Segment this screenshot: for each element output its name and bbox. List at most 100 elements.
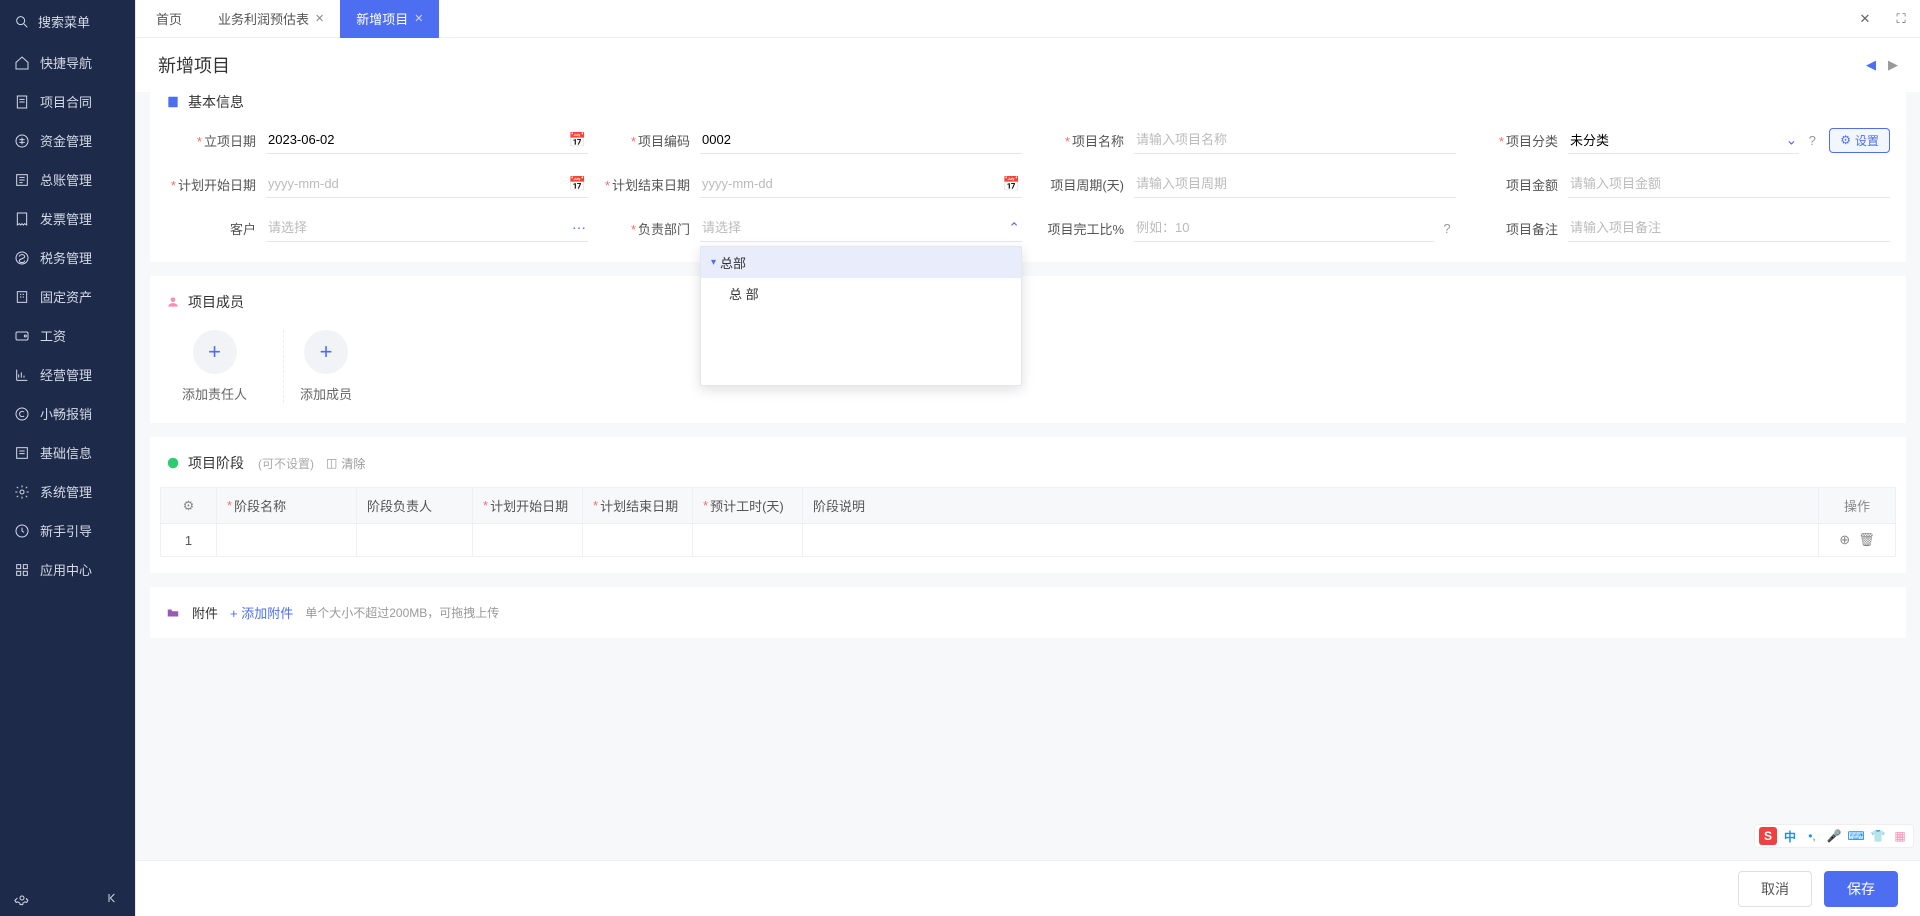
sidebar-item-label: 固定资产 (40, 287, 92, 306)
field-amount: 项目金额 (1462, 170, 1896, 198)
sidebar-item-fund[interactable]: 资金管理 (0, 121, 135, 160)
end-input[interactable] (700, 170, 1022, 198)
next-icon[interactable]: ▶ (1888, 57, 1898, 73)
add-row-icon[interactable]: ⊕ (1839, 532, 1850, 548)
chevron-up-icon[interactable]: ⌃ (1008, 220, 1020, 237)
book-icon (14, 172, 30, 188)
collapse-icon[interactable] (105, 890, 121, 906)
help-icon[interactable]: ? (1438, 221, 1456, 236)
footer: 取消 保存 (136, 860, 1920, 916)
category-select[interactable] (1568, 126, 1799, 154)
dropdown-item-child[interactable]: 总 部 (701, 278, 1021, 309)
more-icon[interactable]: ⋯ (572, 220, 586, 237)
prev-icon[interactable]: ◀ (1866, 57, 1876, 73)
progress-input[interactable] (1134, 214, 1434, 242)
row-desc[interactable] (803, 523, 1819, 556)
field-label: *立项日期 (166, 131, 266, 150)
field-period: 项目周期(天) (1028, 170, 1462, 198)
sidebar-item-operate[interactable]: 经营管理 (0, 355, 135, 394)
date-input[interactable] (266, 126, 588, 154)
field-progress: 项目完工比% ? (1028, 214, 1462, 242)
amount-input[interactable] (1568, 170, 1890, 198)
fullscreen-icon[interactable]: ⛶ (1888, 6, 1914, 32)
field-label: *计划结束日期 (600, 175, 700, 194)
sidebar-item-expense[interactable]: 小畅报销 (0, 394, 135, 433)
sidebar-item-label: 资金管理 (40, 131, 92, 150)
wallet-icon (14, 328, 30, 344)
sidebar-item-invoice[interactable]: 发票管理 (0, 199, 135, 238)
sidebar-item-label: 项目合同 (40, 92, 92, 111)
close-icon[interactable]: ✕ (414, 12, 423, 25)
chevron-down-icon[interactable]: ⌄ (1785, 132, 1797, 149)
sidebar-item-label: 系统管理 (40, 482, 92, 501)
field-label: 项目金额 (1468, 175, 1568, 194)
ime-bar: S 中 •, 🎤 ⌨ 👕 ▦ (1754, 824, 1914, 848)
search-icon (14, 14, 30, 30)
period-input[interactable] (1134, 170, 1456, 198)
sidebar-item-appcenter[interactable]: 应用中心 (0, 550, 135, 589)
remark-input[interactable] (1568, 214, 1890, 242)
sidebar-item-tax[interactable]: 税务管理 (0, 238, 135, 277)
name-input[interactable] (1134, 126, 1456, 154)
settings-icon[interactable] (14, 890, 30, 906)
close-all-icon[interactable]: ✕ (1852, 6, 1878, 32)
row-end[interactable] (583, 523, 693, 556)
calendar-icon[interactable]: 📅 (569, 132, 586, 149)
add-attachment-button[interactable]: + 添加附件 (230, 603, 293, 622)
form-row: 客户 ⋯ *负责部门 ⌃ ▾总部 总 部 (160, 214, 1896, 242)
field-control: 📅 (266, 126, 588, 154)
sidebar-item-label: 快捷导航 (40, 53, 92, 72)
sidebar-item-label: 总账管理 (40, 170, 92, 189)
customer-select[interactable] (266, 214, 588, 242)
tab-newproject[interactable]: 新增项目✕ (340, 0, 439, 38)
row-name[interactable] (217, 523, 357, 556)
add-owner-button[interactable]: + (193, 330, 237, 374)
ime-mic-icon[interactable]: 🎤 (1825, 827, 1843, 845)
tab-profit[interactable]: 业务利润预估表✕ (202, 0, 340, 38)
close-icon[interactable]: ✕ (315, 12, 324, 25)
ime-toolbox-icon[interactable]: ▦ (1891, 827, 1909, 845)
sidebar-item-contract[interactable]: 项目合同 (0, 82, 135, 121)
sidebar-item-salary[interactable]: 工资 (0, 316, 135, 355)
card-basic: 基本信息 *立项日期 📅 *项目编码 (150, 92, 1906, 262)
row-start[interactable] (473, 523, 583, 556)
start-input[interactable] (266, 170, 588, 198)
section-label: 项目阶段 (188, 453, 244, 473)
ime-punct-icon[interactable]: •, (1803, 827, 1821, 845)
ime-logo-icon[interactable]: S (1759, 827, 1777, 845)
content-wrap: 新增项目 ◀ ▶ (136, 38, 1920, 92)
save-button[interactable]: 保存 (1824, 871, 1898, 907)
sidebar-item-guide[interactable]: 新手引导 (0, 511, 135, 550)
sidebar-item-asset[interactable]: 固定资产 (0, 277, 135, 316)
section-label: 基本信息 (188, 92, 244, 112)
sidebar-item-quicknav[interactable]: 快捷导航 (0, 43, 135, 82)
row-hours[interactable] (693, 523, 803, 556)
dropdown-item-root[interactable]: ▾总部 (701, 247, 1021, 278)
settings-button[interactable]: ⚙设置 (1829, 128, 1890, 153)
stage-icon (166, 456, 180, 470)
delete-row-icon[interactable]: 🗑 (1858, 532, 1875, 548)
help-icon[interactable]: ? (1803, 133, 1821, 148)
col-gear: ⚙ (161, 488, 217, 523)
ime-skin-icon[interactable]: 👕 (1869, 827, 1887, 845)
calendar-icon[interactable]: 📅 (569, 176, 586, 193)
tabs-right: ✕ ⛶ (1852, 6, 1920, 32)
sidebar-item-baseinfo[interactable]: 基础信息 (0, 433, 135, 472)
form-row: *立项日期 📅 *项目编码 *项目名称 (160, 126, 1896, 154)
dept-select[interactable] (700, 214, 1022, 242)
sidebar-item-system[interactable]: 系统管理 (0, 472, 135, 511)
calendar-icon[interactable]: 📅 (1003, 176, 1020, 193)
section-basic-title: 基本信息 (160, 92, 1896, 112)
ime-keyboard-icon[interactable]: ⌨ (1847, 827, 1865, 845)
tab-home[interactable]: 首页 (136, 0, 202, 38)
gear-icon[interactable]: ⚙ (183, 498, 195, 514)
section-label: 项目成员 (188, 292, 244, 312)
add-member-button[interactable]: + (304, 330, 348, 374)
sidebar-item-ledger[interactable]: 总账管理 (0, 160, 135, 199)
row-owner[interactable] (357, 523, 473, 556)
code-input[interactable] (700, 126, 1022, 154)
ime-lang-icon[interactable]: 中 (1781, 827, 1799, 845)
sidebar-search[interactable]: 搜索菜单 (0, 0, 135, 43)
clear-button[interactable]: ◫清除 (326, 455, 365, 472)
cancel-button[interactable]: 取消 (1738, 871, 1812, 907)
